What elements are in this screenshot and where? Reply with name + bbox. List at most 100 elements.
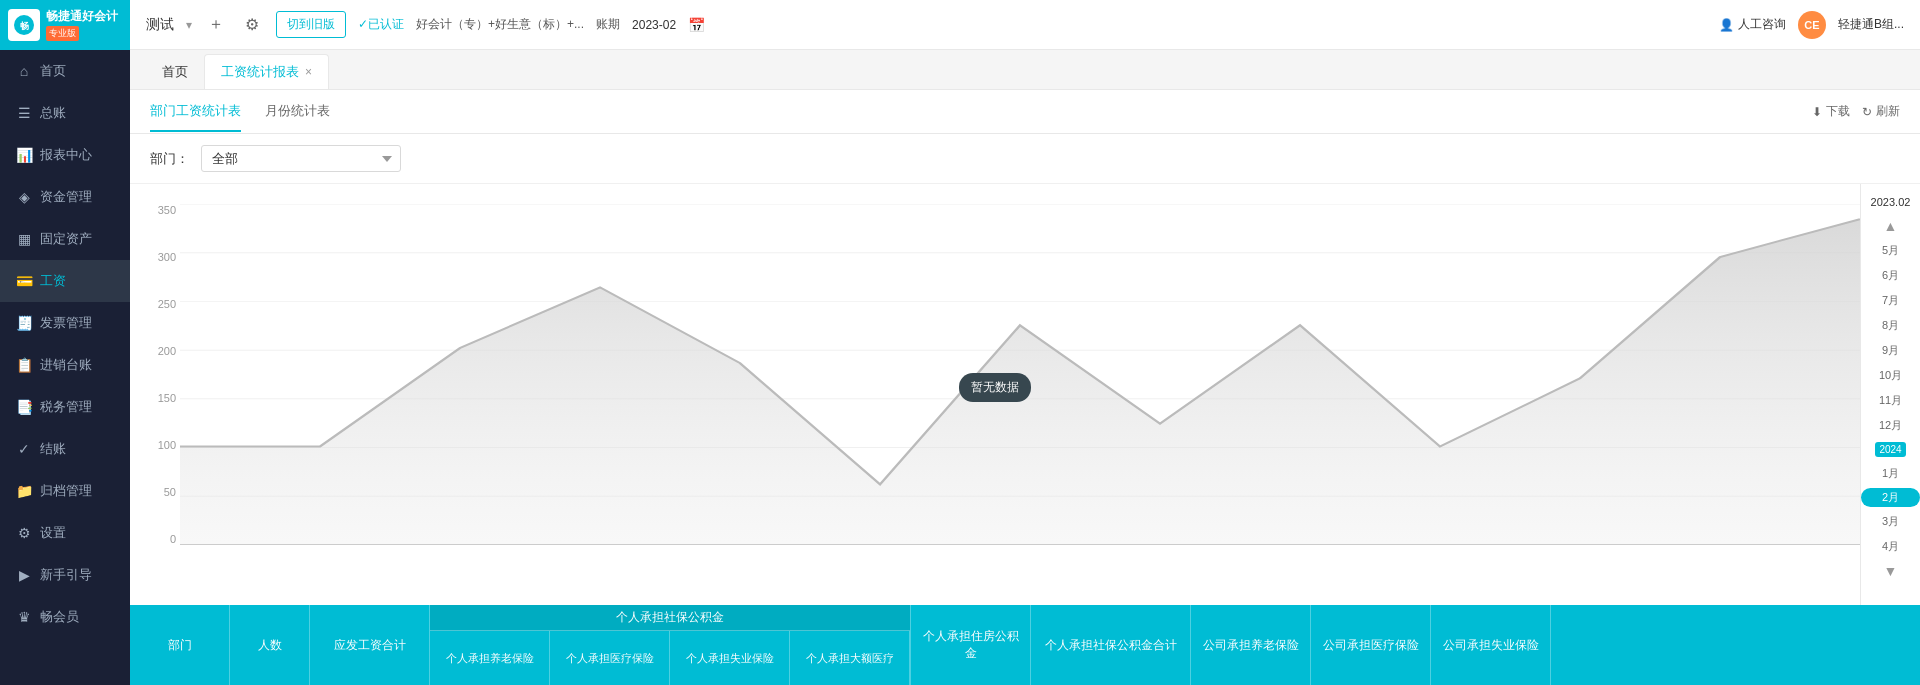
app-name: 畅捷通好会计 [46,9,122,25]
service-icon: 👤 [1719,18,1734,32]
download-icon: ⬇ [1812,105,1822,119]
month-dec[interactable]: 12月 [1861,415,1920,436]
refresh-button[interactable]: ↻ 刷新 [1862,103,1900,120]
th-ind-total: 个人承担社保公积金合计 [1031,605,1191,685]
sidebar-label-home: 首页 [40,62,66,80]
bottom-table: 部门 人数 应发工资合计 个人承担社保公积金 个人承担养老保险 个人承担医疗保险… [130,605,1920,685]
y-label-100: 100 [130,439,176,451]
download-button[interactable]: ⬇ 下载 [1812,103,1850,120]
month-jul[interactable]: 7月 [1861,290,1920,311]
month-sep[interactable]: 9月 [1861,340,1920,361]
sidebar-item-home[interactable]: ⌂ 首页 [0,50,130,92]
content-area: 部门工资统计表 月份统计表 ⬇ 下载 ↻ 刷新 部门： 全部 [130,90,1920,685]
chart-wrapper: 350 300 250 200 150 100 50 0 [130,184,1860,605]
month-apr[interactable]: 4月 [1861,536,1920,557]
sidebar-item-member[interactable]: ♛ 畅会员 [0,596,130,638]
username[interactable]: 轻捷通B组... [1838,16,1904,33]
filter-row: 部门： 全部 部门1 部门2 [130,134,1920,184]
sidebar-label-guide: 新手引导 [40,566,92,584]
th-dept: 部门 [130,605,230,685]
tax-icon: 📑 [16,399,32,415]
sidebar-label-salary: 工资 [40,272,66,290]
month-may[interactable]: 5月 [1861,240,1920,261]
switch-old-version-button[interactable]: 切到旧版 [276,11,346,38]
topbar: 测试 ▾ ＋ ⚙ 切到旧版 ✓已认证 好会计（专）+好生意（标）+... 账期 … [130,0,1920,50]
th-comp-unemployment: 公司承担失业保险 [1431,605,1551,685]
period-value: 2023-02 [632,18,676,32]
sidebar-label-invoice: 发票管理 [40,314,92,332]
month-feb[interactable]: 2月 [1861,488,1920,507]
sidebar-item-guide[interactable]: ▶ 新手引导 [0,554,130,596]
ledger-icon: ☰ [16,105,32,121]
panel-down-nav[interactable]: ▼ [1882,561,1900,581]
month-jan[interactable]: 1月 [1861,463,1920,484]
y-label-300: 300 [130,251,176,263]
assets-icon: ▦ [16,231,32,247]
archive-icon: 📁 [16,483,32,499]
settle-icon: ✓ [16,441,32,457]
month-oct[interactable]: 10月 [1861,365,1920,386]
sidebar-item-tax[interactable]: 📑 税务管理 [0,386,130,428]
service-label: 人工咨询 [1738,16,1786,33]
th-individual-group-label: 个人承担社保公积金 [430,605,910,631]
subtab-dept[interactable]: 部门工资统计表 [150,92,241,132]
subtab-monthly[interactable]: 月份统计表 [265,92,330,132]
month-nov[interactable]: 11月 [1861,390,1920,411]
dept-filter-select[interactable]: 全部 部门1 部门2 [201,145,401,172]
download-label: 下载 [1826,103,1850,120]
sidebar-item-settle[interactable]: ✓ 结账 [0,428,130,470]
th-individual-group: 个人承担社保公积金 个人承担养老保险 个人承担医疗保险 个人承担失业保险 个人承… [430,605,911,685]
logo-icon: 畅 [8,9,40,41]
year-2024-badge: 2024 [1875,442,1905,457]
sidebar-item-sales[interactable]: 📋 进销台账 [0,344,130,386]
calendar-icon[interactable]: 📅 [688,17,705,33]
svg-text:畅: 畅 [20,21,29,31]
tab-salary-report[interactable]: 工资统计报表 × [204,54,329,89]
sidebar-label-settle: 结账 [40,440,66,458]
sidebar-label-ledger: 总账 [40,104,66,122]
sidebar-label-settings: 设置 [40,524,66,542]
topbar-settings-button[interactable]: ⚙ [240,13,264,37]
svg-marker-10 [180,219,1860,545]
sidebar-item-reports[interactable]: 📊 报表中心 [0,134,130,176]
sidebar-item-salary[interactable]: 💳 工资 [0,260,130,302]
panel-up-nav[interactable]: ▲ [1882,216,1900,236]
home-icon: ⌂ [16,63,32,79]
table-header-row: 部门 人数 应发工资合计 个人承担社保公积金 个人承担养老保险 个人承担医疗保险… [130,605,1920,685]
tab-close-button[interactable]: × [305,65,312,79]
refresh-label: 刷新 [1876,103,1900,120]
th-headcount: 人数 [230,605,310,685]
sidebar-label-sales: 进销台账 [40,356,92,374]
product-tags: 好会计（专）+好生意（标）+... [416,16,584,33]
sidebar-item-invoice[interactable]: 🧾 发票管理 [0,302,130,344]
topbar-right: 👤 人工咨询 CE 轻捷通B组... [1719,11,1904,39]
th-individual-subgroup: 个人承担养老保险 个人承担医疗保险 个人承担失业保险 个人承担大额医疗 [430,631,910,685]
month-aug[interactable]: 8月 [1861,315,1920,336]
tab-home[interactable]: 首页 [146,55,204,89]
sidebar-item-settings[interactable]: ⚙ 设置 [0,512,130,554]
th-comp-medical: 公司承担医疗保险 [1311,605,1431,685]
topbar-dropdown-arrow[interactable]: ▾ [186,18,192,32]
th-comp-pension: 公司承担养老保险 [1191,605,1311,685]
sidebar-label-reports: 报表中心 [40,146,92,164]
sidebar-label-member: 畅会员 [40,608,79,626]
month-jun[interactable]: 6月 [1861,265,1920,286]
app-badge: 专业版 [46,26,79,41]
sidebar-item-archive[interactable]: 📁 归档管理 [0,470,130,512]
y-label-350: 350 [130,204,176,216]
sidebar-item-funds[interactable]: ◈ 资金管理 [0,176,130,218]
avatar: CE [1798,11,1826,39]
sidebar-item-ledger[interactable]: ☰ 总账 [0,92,130,134]
y-axis: 350 300 250 200 150 100 50 0 [130,204,180,545]
service-button[interactable]: 👤 人工咨询 [1719,16,1786,33]
certified-status: ✓已认证 [358,16,404,33]
sidebar-item-assets[interactable]: ▦ 固定资产 [0,218,130,260]
y-label-250: 250 [130,298,176,310]
th-ind-major-medical: 个人承担大额医疗 [790,631,910,685]
y-label-150: 150 [130,392,176,404]
month-mar[interactable]: 3月 [1861,511,1920,532]
sidebar-label-archive: 归档管理 [40,482,92,500]
topbar-add-button[interactable]: ＋ [204,13,228,37]
tab-home-label: 首页 [162,63,188,81]
funds-icon: ◈ [16,189,32,205]
